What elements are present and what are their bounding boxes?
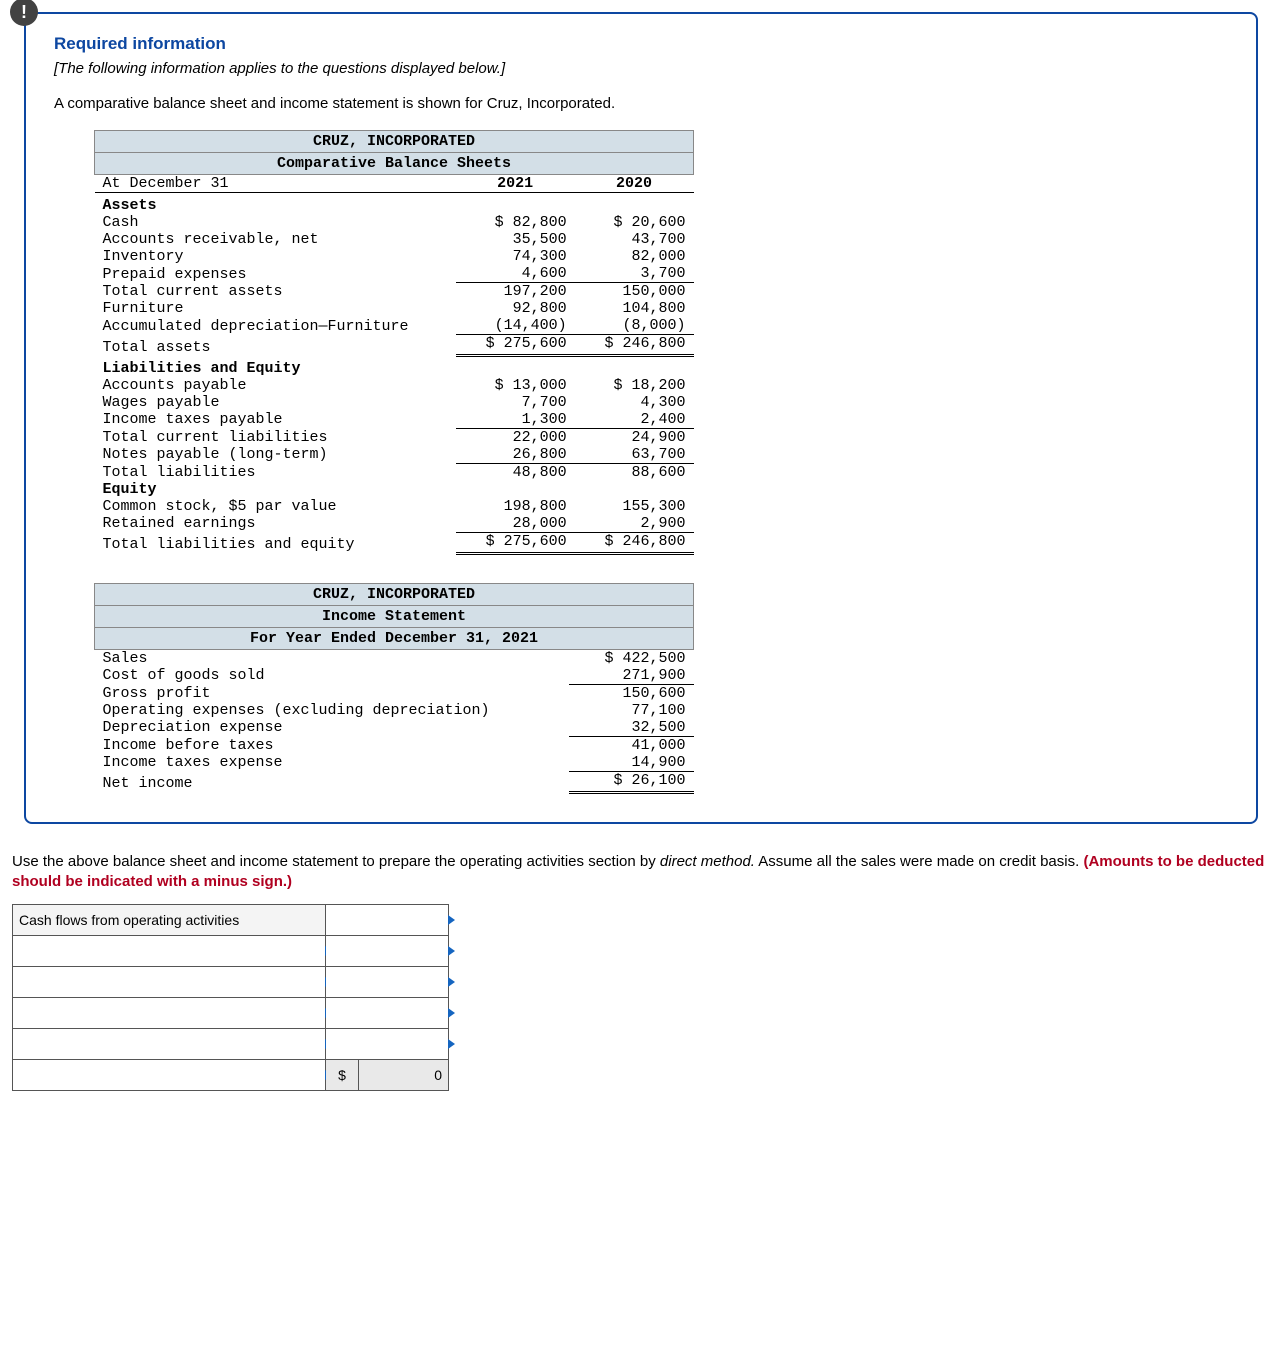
is-title3: For Year Ended December 31, 2021 (95, 627, 694, 649)
bs-title2: Comparative Balance Sheets (95, 153, 694, 175)
table-row: Total current liabilities (95, 428, 456, 446)
table-row: Wages payable (95, 394, 456, 411)
dropdown-icon (448, 1008, 455, 1018)
applies-line: [The following information applies to th… (54, 60, 1228, 77)
table-row: Inventory (95, 248, 456, 265)
answer-line-dropdown[interactable] (13, 967, 326, 998)
answer-line-dropdown[interactable] (13, 1029, 326, 1060)
answer-amount-header[interactable] (326, 905, 449, 936)
required-info-heading: Required information (54, 34, 1228, 54)
answer-line-dropdown[interactable] (13, 936, 326, 967)
dropdown-icon (448, 915, 455, 925)
table-row: Notes payable (long-term) (95, 446, 456, 464)
table-row: Accounts receivable, net (95, 231, 456, 248)
is-title2: Income Statement (95, 605, 694, 627)
table-row: Cost of goods sold (95, 667, 569, 685)
answer-input-table: Cash flows from operating activities $ 0 (12, 904, 449, 1091)
table-row: Operating expenses (excluding depreciati… (95, 702, 569, 719)
dropdown-icon (448, 946, 455, 956)
answer-line-dropdown[interactable] (13, 998, 326, 1029)
answer-amount-input[interactable] (326, 998, 449, 1029)
table-row: Furniture (95, 300, 456, 317)
income-statement-table: CRUZ, INCORPORATED Income Statement For … (94, 583, 694, 794)
table-row: Income taxes payable (95, 411, 456, 429)
dropdown-icon (448, 1039, 455, 1049)
table-row: Accounts payable (95, 377, 456, 394)
liab-heading: Liabilities and Equity (95, 356, 456, 377)
answer-line-dropdown[interactable] (13, 1060, 326, 1091)
table-row: Total liabilities (95, 463, 456, 481)
table-row: Depreciation expense (95, 719, 569, 737)
table-row: Sales (95, 649, 569, 667)
equity-heading: Equity (95, 481, 456, 498)
is-title1: CRUZ, INCORPORATED (95, 583, 694, 605)
bs-col-2021: 2021 (456, 175, 575, 193)
answer-total-cell: $ 0 (326, 1060, 449, 1091)
table-row: Retained earnings (95, 515, 456, 533)
answer-header: Cash flows from operating activities (13, 905, 326, 936)
table-row: Common stock, $5 par value (95, 498, 456, 515)
question-text: Use the above balance sheet and income s… (12, 852, 1270, 893)
table-row: Cash (95, 214, 456, 231)
total-assets-row: Total assets (95, 335, 456, 356)
answer-amount-input[interactable] (326, 936, 449, 967)
required-information-panel: ! Required information [The following in… (24, 12, 1258, 824)
answer-total-value: 0 (359, 1060, 449, 1090)
total-liab-eq-row: Total liabilities and equity (95, 532, 456, 553)
alert-icon: ! (10, 0, 38, 26)
answer-amount-input[interactable] (326, 967, 449, 998)
bs-title1: CRUZ, INCORPORATED (95, 131, 694, 153)
balance-sheet-table: CRUZ, INCORPORATED Comparative Balance S… (94, 130, 694, 555)
answer-amount-input[interactable] (326, 1029, 449, 1060)
intro-line: A comparative balance sheet and income s… (54, 95, 1228, 112)
dollar-sign: $ (326, 1060, 359, 1090)
table-row: Income before taxes (95, 736, 569, 754)
bs-row-header: At December 31 (95, 175, 456, 193)
table-row: Accumulated depreciation—Furniture (95, 317, 456, 335)
assets-heading: Assets (95, 193, 456, 215)
dropdown-icon (448, 977, 455, 987)
table-row: Gross profit (95, 684, 569, 702)
table-row: Income taxes expense (95, 754, 569, 772)
table-row: Prepaid expenses (95, 265, 456, 283)
bs-col-2020: 2020 (575, 175, 694, 193)
net-income-row: Net income (95, 771, 569, 792)
table-row: Total current assets (95, 283, 456, 301)
